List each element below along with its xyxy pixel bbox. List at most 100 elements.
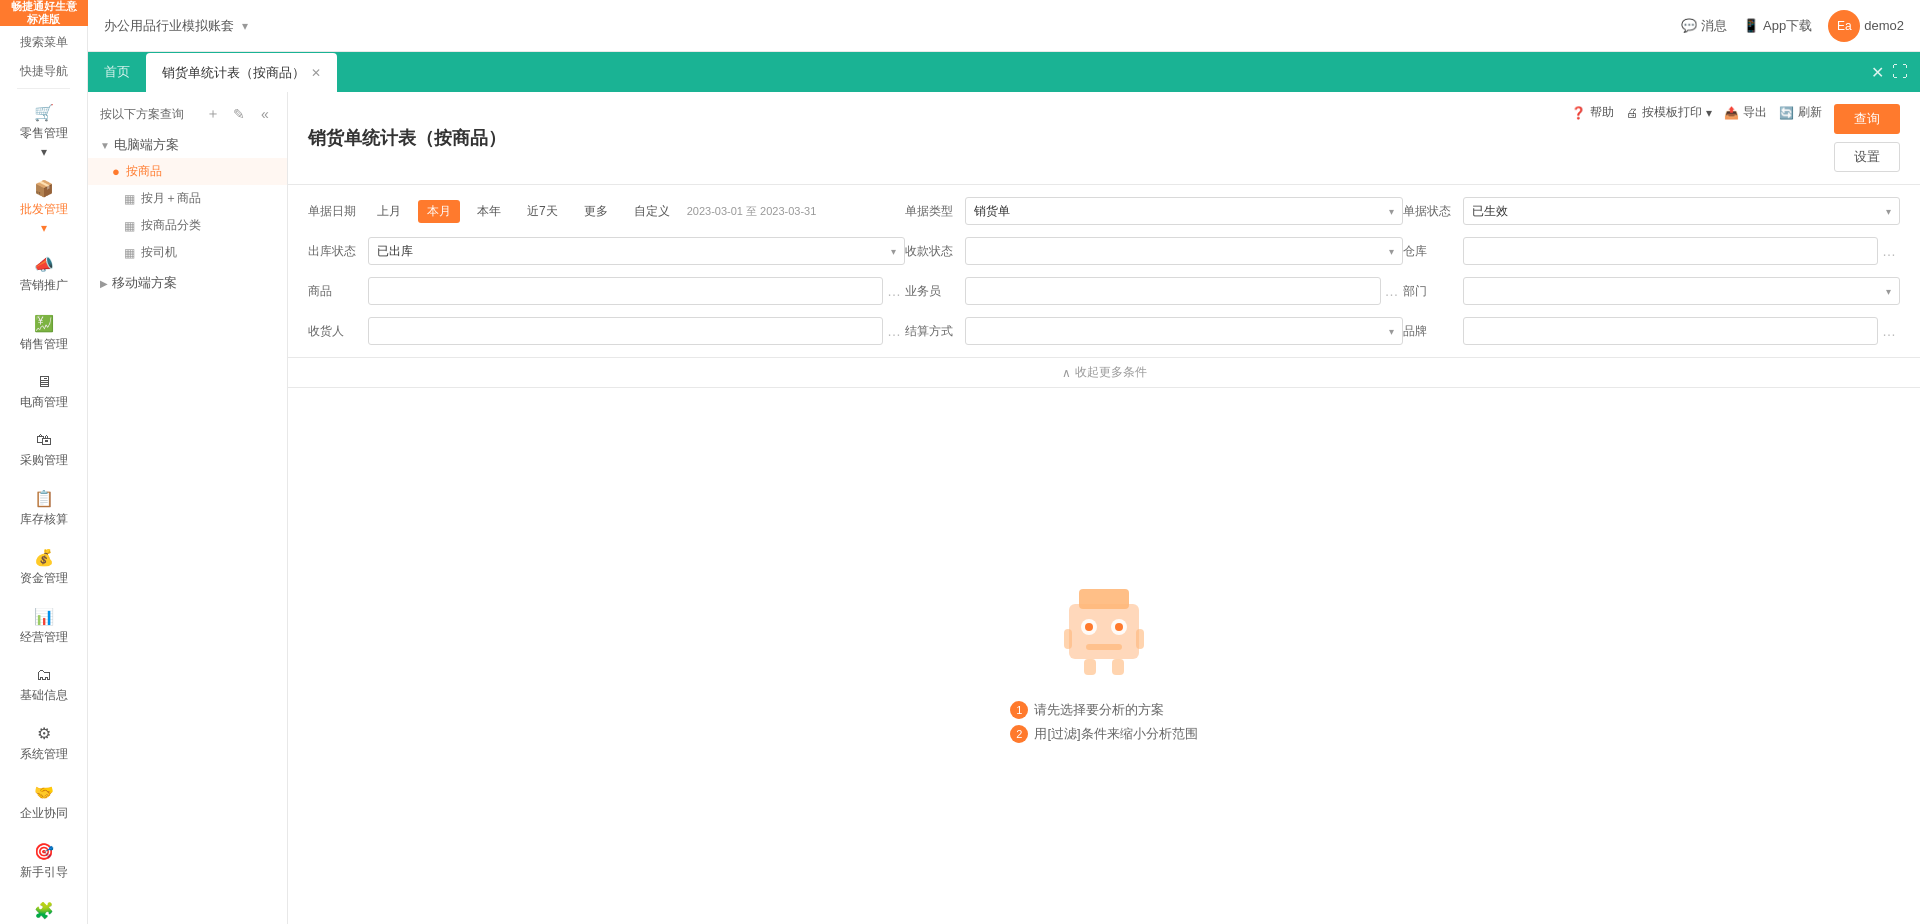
content-area: 按以下方案查询 ＋ ✎ « ▼ 电脑端方案 ● 按商品 ▦: [88, 92, 1920, 924]
sidebar-item-retail[interactable]: 🛒 零售管理 ▾: [0, 93, 87, 169]
salesperson-dots[interactable]: …: [1381, 283, 1403, 299]
svg-rect-6: [1086, 644, 1122, 650]
sidebar-item-guide[interactable]: 🎯 新手引导: [0, 832, 87, 891]
svg-rect-1: [1079, 589, 1129, 609]
filter-row-1: 单据日期 上月 本月 本年 近7天 更多 自定义 2023-03-01 至 20…: [308, 197, 1900, 225]
query-button[interactable]: 查询: [1834, 104, 1900, 134]
top-title: 办公用品行业模拟账套: [104, 17, 234, 35]
payment-select[interactable]: ▾: [965, 317, 1403, 345]
sidebar-item-label-inventory: 库存核算: [20, 511, 68, 528]
page-title: 销货单统计表（按商品）: [308, 126, 506, 150]
date-prev-month[interactable]: 上月: [368, 200, 410, 223]
print-icon: 🖨: [1626, 106, 1638, 120]
brand-dots[interactable]: …: [1878, 323, 1900, 339]
app-download-label: App下载: [1763, 17, 1812, 35]
collapse-button[interactable]: ∧ 收起更多条件: [1062, 364, 1147, 381]
tip1-text: 请先选择要分析的方案: [1034, 701, 1164, 719]
payment-arrow: ▾: [1389, 326, 1394, 337]
sidebar-item-operation[interactable]: 📊 经营管理: [0, 597, 87, 656]
warehouse-dots[interactable]: …: [1878, 243, 1900, 259]
collectstatus-control: ▾: [965, 237, 1403, 265]
sidebar-search[interactable]: 搜索菜单: [0, 26, 87, 59]
tree-group-pc-header[interactable]: ▼ 电脑端方案: [88, 132, 287, 158]
tip2-num: 2: [1010, 725, 1028, 743]
outstatus-select[interactable]: 已出库 ▾: [368, 237, 905, 265]
app-download-action[interactable]: 📱 App下载: [1743, 17, 1812, 35]
tree-group-mobile-header[interactable]: ▶ 移动端方案: [88, 270, 287, 296]
tree-item-by-product[interactable]: ● 按商品: [88, 158, 287, 185]
warehouse-input[interactable]: [1463, 237, 1879, 265]
sidebar-item-base[interactable]: 🗂 基础信息: [0, 656, 87, 714]
export-label: 导出: [1743, 104, 1767, 121]
date-this-year[interactable]: 本年: [468, 200, 510, 223]
panel-add-btn[interactable]: ＋: [203, 104, 223, 124]
help-btn[interactable]: ❓ 帮助: [1571, 104, 1614, 121]
tree-group-mobile-label: 移动端方案: [112, 274, 177, 292]
panel-actions: ＋ ✎ «: [203, 104, 275, 124]
sidebar-item-marketing[interactable]: 📣 营销推广: [0, 245, 87, 304]
msg-action[interactable]: 💬 消息: [1681, 17, 1727, 35]
top-dropdown[interactable]: ▾: [242, 19, 248, 33]
date-custom[interactable]: 自定义: [625, 200, 679, 223]
product-input[interactable]: [368, 277, 883, 305]
settings-button[interactable]: 设置: [1834, 142, 1900, 172]
date-range: 2023-03-01 至 2023-03-31: [687, 204, 817, 219]
help-icon: ❓: [1571, 106, 1586, 120]
by-driver-icon: ▦: [124, 246, 135, 260]
user-action[interactable]: Ea demo2: [1828, 10, 1904, 42]
date-this-month[interactable]: 本月: [418, 200, 460, 223]
export-btn[interactable]: 📤 导出: [1724, 104, 1767, 121]
doctype-select[interactable]: 销货单 ▾: [965, 197, 1403, 225]
outstatus-control: 已出库 ▾: [368, 237, 905, 265]
tabbar-close-btn[interactable]: ✕: [1871, 63, 1884, 82]
sidebar-item-sales[interactable]: 💹 销售管理: [0, 304, 87, 363]
svg-rect-8: [1136, 629, 1144, 649]
docstatus-control: 已生效 ▾: [1463, 197, 1901, 225]
tab-home[interactable]: 首页: [88, 52, 146, 92]
tabbar-maximize-btn[interactable]: ⛶: [1892, 63, 1908, 81]
refresh-btn[interactable]: 🔄 刷新: [1779, 104, 1822, 121]
tab-close-icon[interactable]: ✕: [311, 66, 321, 80]
sales-icon: 💹: [34, 314, 54, 333]
panel-edit-btn[interactable]: ✎: [229, 104, 249, 124]
tree-arrow-pc: ▼: [100, 140, 110, 151]
receiver-input[interactable]: [368, 317, 883, 345]
sidebar-item-purchase[interactable]: 🛍 采购管理: [0, 421, 87, 479]
date-more[interactable]: 更多: [575, 200, 617, 223]
receiver-dots[interactable]: …: [883, 323, 905, 339]
docstatus-arrow: ▾: [1886, 206, 1891, 217]
filter-row-4: 收货人 … 结算方式 ▾: [308, 317, 1900, 345]
tree-group-pc: ▼ 电脑端方案 ● 按商品 ▦ 按月＋商品 ▦ 按商品分类 ▦ 按司机: [88, 132, 287, 266]
salesperson-input[interactable]: [965, 277, 1381, 305]
sidebar-item-finance[interactable]: 💰 资金管理: [0, 538, 87, 597]
brand-input[interactable]: [1463, 317, 1879, 345]
sidebar-item-system[interactable]: ⚙ 系统管理: [0, 714, 87, 773]
sidebar-nav[interactable]: 快捷导航: [0, 59, 87, 84]
topbar-right: 💬 消息 📱 App下载 Ea demo2: [1681, 10, 1904, 42]
sidebar-item-ecommerce[interactable]: 🖥 电商管理: [0, 363, 87, 421]
export-icon: 📤: [1724, 106, 1739, 120]
tree-item-by-category[interactable]: ▦ 按商品分类: [88, 212, 287, 239]
doctype-control: 销货单 ▾: [965, 197, 1403, 225]
page-actions: ❓ 帮助 🖨 按模板打印 ▾ 📤 导出: [1571, 104, 1822, 121]
panel-collapse-btn[interactable]: «: [255, 104, 275, 124]
tab-report[interactable]: 销货单统计表（按商品） ✕: [146, 53, 337, 93]
sidebar-item-wholesale[interactable]: 📦 批发管理 ▾: [0, 169, 87, 245]
docstatus-select[interactable]: 已生效 ▾: [1463, 197, 1901, 225]
sidebar-item-corp[interactable]: 🤝 企业协同: [0, 773, 87, 832]
collectstatus-select[interactable]: ▾: [965, 237, 1403, 265]
docstatus-label: 单据状态: [1403, 203, 1463, 220]
sidebar-item-inventory[interactable]: 📋 库存核算: [0, 479, 87, 538]
refresh-label: 刷新: [1798, 104, 1822, 121]
dept-select[interactable]: ▾: [1463, 277, 1901, 305]
date-7days[interactable]: 近7天: [518, 200, 567, 223]
sidebar-item-appcenter[interactable]: 🧩 应用中心: [0, 891, 87, 924]
retail-icon: 🛒: [34, 103, 54, 122]
template-print-btn[interactable]: 🖨 按模板打印 ▾: [1626, 104, 1712, 121]
msg-icon: 💬: [1681, 18, 1697, 33]
product-dots[interactable]: …: [883, 283, 905, 299]
tree-item-by-driver[interactable]: ▦ 按司机: [88, 239, 287, 266]
docstatus-value: 已生效: [1472, 203, 1508, 220]
filter-warehouse-field: 仓库 …: [1403, 237, 1901, 265]
tree-item-by-month-product[interactable]: ▦ 按月＋商品: [88, 185, 287, 212]
